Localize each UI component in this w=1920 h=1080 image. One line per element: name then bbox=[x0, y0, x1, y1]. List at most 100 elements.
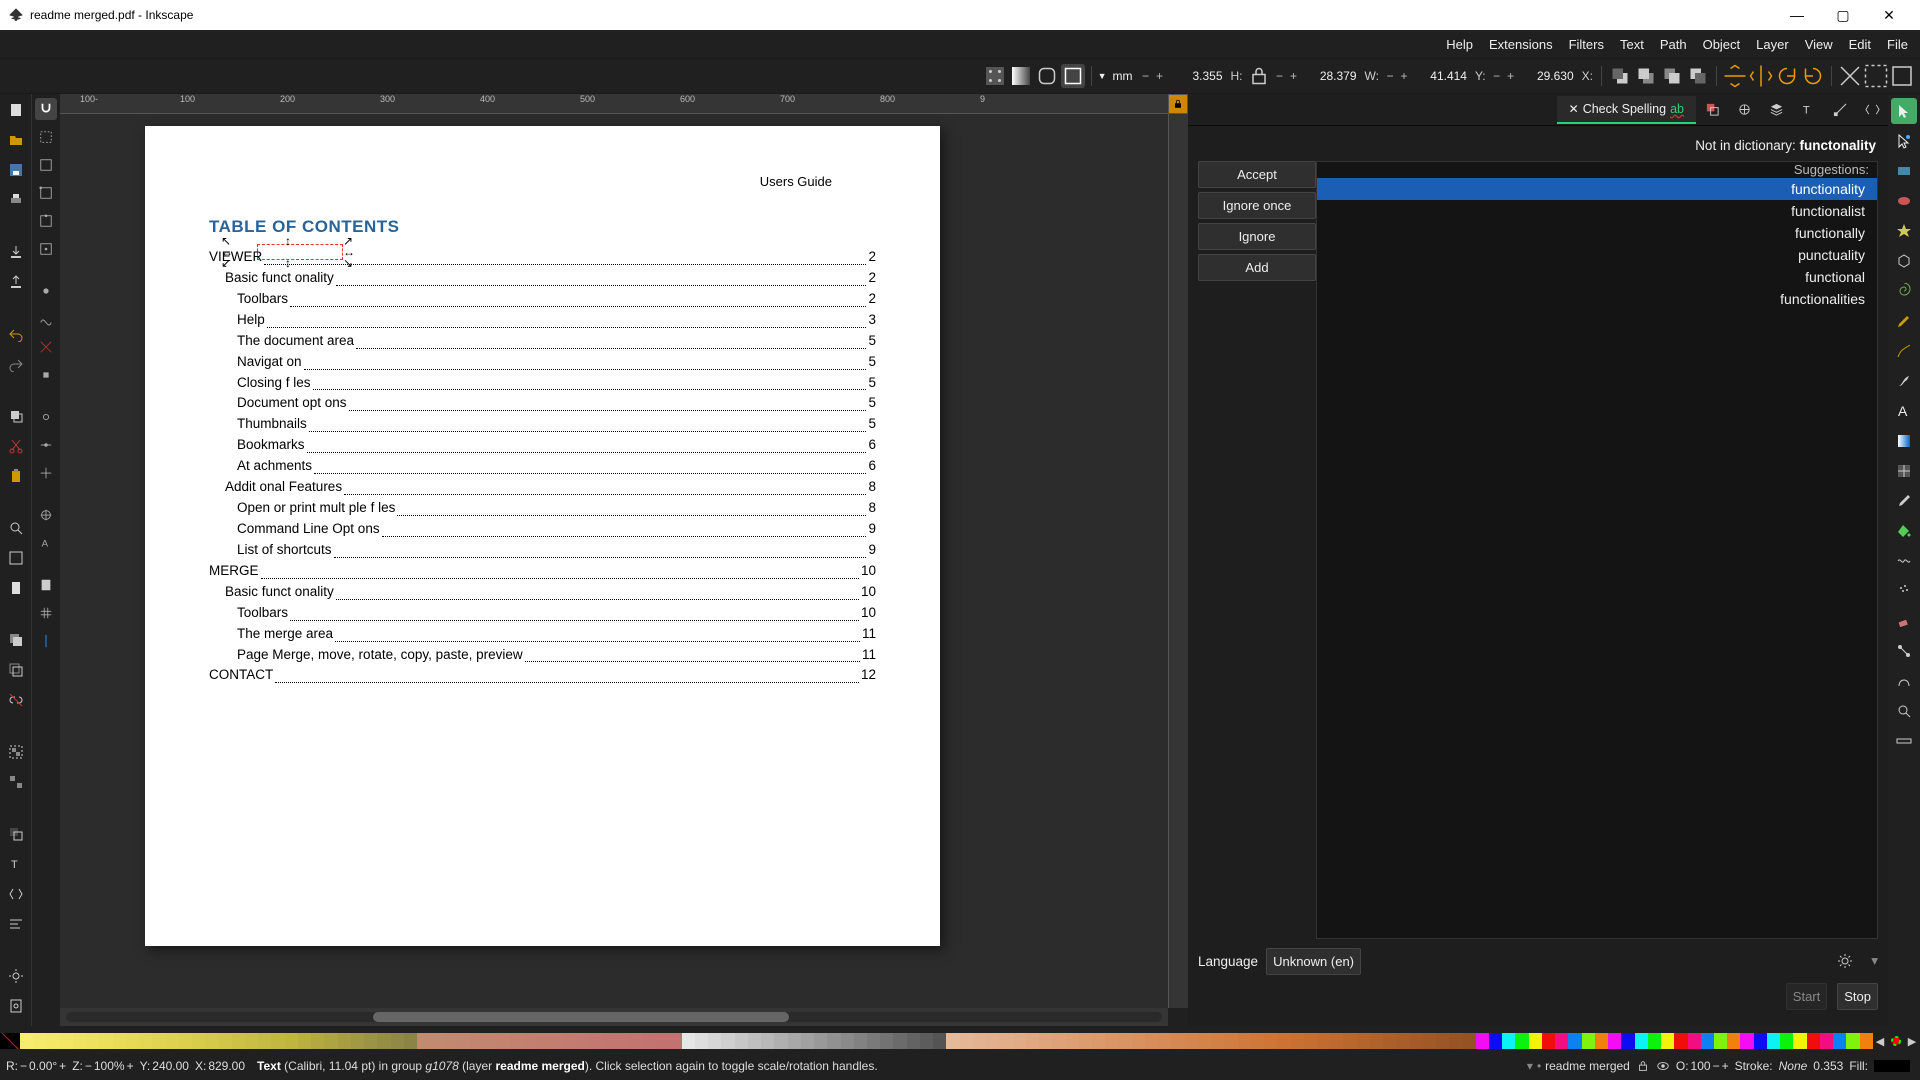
color-swatch[interactable] bbox=[33, 1033, 46, 1049]
snap-page-icon[interactable] bbox=[35, 574, 57, 596]
color-swatch[interactable] bbox=[1674, 1033, 1687, 1049]
palette-scroll-left[interactable]: ◀ bbox=[1872, 1035, 1888, 1048]
rotation-value[interactable]: 0.00° bbox=[29, 1059, 57, 1073]
menu-layer[interactable]: Layer bbox=[1748, 33, 1797, 56]
color-swatch[interactable] bbox=[642, 1033, 655, 1049]
dock-tab-fillstroke-icon[interactable] bbox=[1696, 102, 1728, 117]
color-swatch[interactable] bbox=[1423, 1033, 1436, 1049]
color-swatch[interactable] bbox=[285, 1033, 298, 1049]
color-palette[interactable]: ◀ ▶ bbox=[0, 1030, 1920, 1052]
color-swatch[interactable] bbox=[324, 1033, 337, 1049]
color-swatch[interactable] bbox=[1688, 1033, 1701, 1049]
snap-bbox-corner-icon[interactable] bbox=[35, 182, 57, 204]
select-all-layers-icon[interactable] bbox=[1890, 64, 1914, 88]
color-swatch[interactable] bbox=[1132, 1033, 1145, 1049]
snap-bbox-edge-icon[interactable] bbox=[35, 154, 57, 176]
layer-visibility-icon[interactable] bbox=[1656, 1059, 1670, 1073]
color-swatch[interactable] bbox=[245, 1033, 258, 1049]
color-swatch[interactable] bbox=[973, 1033, 986, 1049]
preferences-icon[interactable] bbox=[1831, 947, 1859, 975]
color-swatch[interactable] bbox=[1211, 1033, 1224, 1049]
lock-aspect-icon[interactable] bbox=[1247, 64, 1271, 88]
lower-bottom-icon[interactable] bbox=[1608, 64, 1632, 88]
stop-button[interactable]: Stop bbox=[1837, 983, 1878, 1010]
color-swatch[interactable] bbox=[1304, 1033, 1317, 1049]
close-button[interactable]: ✕ bbox=[1866, 0, 1912, 30]
color-swatch[interactable] bbox=[589, 1033, 602, 1049]
menu-text[interactable]: Text bbox=[1612, 33, 1652, 56]
w-value[interactable]: 28.379 bbox=[1303, 69, 1361, 83]
color-swatch[interactable] bbox=[1780, 1033, 1793, 1049]
color-swatch[interactable] bbox=[576, 1033, 589, 1049]
selector-tool[interactable] bbox=[1891, 98, 1917, 124]
color-swatch[interactable] bbox=[377, 1033, 390, 1049]
w-inc[interactable]: + bbox=[1287, 66, 1301, 86]
color-swatch[interactable] bbox=[523, 1033, 536, 1049]
color-swatch[interactable] bbox=[338, 1033, 351, 1049]
mesh-tool[interactable] bbox=[1891, 458, 1917, 484]
suggestion-item[interactable]: functionality bbox=[1317, 178, 1877, 200]
selection-box[interactable] bbox=[257, 244, 343, 260]
color-swatch[interactable] bbox=[1793, 1033, 1806, 1049]
new-doc-icon[interactable] bbox=[6, 100, 26, 120]
color-swatch[interactable] bbox=[1357, 1033, 1370, 1049]
guides-lock-icon[interactable] bbox=[1169, 95, 1187, 113]
color-swatch[interactable] bbox=[417, 1033, 430, 1049]
duplicate-icon[interactable] bbox=[6, 630, 26, 650]
snap-bbox-mid-icon[interactable] bbox=[35, 210, 57, 232]
color-swatch[interactable] bbox=[695, 1033, 708, 1049]
stroke-width[interactable]: 0.353 bbox=[1813, 1059, 1843, 1073]
color-swatch[interactable] bbox=[364, 1033, 377, 1049]
color-swatch[interactable] bbox=[1145, 1033, 1158, 1049]
color-swatch[interactable] bbox=[668, 1033, 681, 1049]
color-swatch[interactable] bbox=[1568, 1033, 1581, 1049]
flip-v-icon[interactable] bbox=[1723, 64, 1747, 88]
color-swatch[interactable] bbox=[470, 1033, 483, 1049]
color-swatch[interactable] bbox=[86, 1033, 99, 1049]
save-icon[interactable] bbox=[6, 160, 26, 180]
color-swatch[interactable] bbox=[827, 1033, 840, 1049]
color-swatch[interactable] bbox=[1515, 1033, 1528, 1049]
canvas[interactable]: Users Guide TABLE OF CONTENTS VIEWER2Bas… bbox=[60, 114, 1168, 1008]
x-dec[interactable]: − bbox=[1490, 66, 1504, 86]
transform-stroke-icon[interactable] bbox=[1061, 64, 1085, 88]
ignore-button[interactable]: Ignore bbox=[1198, 223, 1316, 250]
color-swatch[interactable] bbox=[1542, 1033, 1555, 1049]
color-swatch[interactable] bbox=[602, 1033, 615, 1049]
rotate-cw-icon[interactable] bbox=[1775, 64, 1799, 88]
suggestions-list[interactable]: Suggestions: functionalityfunctionalistf… bbox=[1316, 161, 1878, 939]
ungroup-icon[interactable] bbox=[6, 772, 26, 792]
horizontal-scrollbar[interactable] bbox=[60, 1008, 1168, 1026]
paintbucket-tool[interactable] bbox=[1891, 518, 1917, 544]
color-swatch[interactable] bbox=[1740, 1033, 1753, 1049]
snap-midpoint-icon[interactable] bbox=[35, 434, 57, 456]
text-dialog-icon[interactable]: T bbox=[6, 854, 26, 874]
menu-filters[interactable]: Filters bbox=[1561, 33, 1612, 56]
zoom-value[interactable]: 100% bbox=[94, 1059, 125, 1073]
color-swatch[interactable] bbox=[1807, 1033, 1820, 1049]
current-layer[interactable]: readme merged bbox=[1545, 1059, 1630, 1073]
color-swatch[interactable] bbox=[510, 1033, 523, 1049]
lower-icon[interactable] bbox=[1634, 64, 1658, 88]
xml-editor-icon[interactable] bbox=[6, 884, 26, 904]
rotate-ccw-icon[interactable] bbox=[1801, 64, 1825, 88]
dock-tab-spelling[interactable]: ✕ Check Spelling ab bbox=[1557, 96, 1696, 124]
snap-center-icon[interactable] bbox=[35, 462, 57, 484]
suggestion-item[interactable]: functional bbox=[1317, 266, 1877, 288]
color-swatch[interactable] bbox=[1066, 1033, 1079, 1049]
stroke-value[interactable]: None bbox=[1779, 1059, 1808, 1073]
color-swatch[interactable] bbox=[113, 1033, 126, 1049]
color-swatch[interactable] bbox=[1608, 1033, 1621, 1049]
flip-h-icon[interactable] bbox=[1749, 64, 1773, 88]
color-swatch[interactable] bbox=[20, 1033, 33, 1049]
w-dec[interactable]: − bbox=[1273, 66, 1287, 86]
suggestion-item[interactable]: punctuality bbox=[1317, 244, 1877, 266]
zoom-page-icon[interactable] bbox=[6, 578, 26, 598]
h-dec[interactable]: − bbox=[1139, 66, 1153, 86]
color-swatch[interactable] bbox=[1621, 1033, 1634, 1049]
copy-icon[interactable] bbox=[6, 406, 26, 426]
dock-tab-close-icon[interactable]: ✕ bbox=[1569, 102, 1579, 116]
start-button[interactable]: Start bbox=[1786, 983, 1827, 1010]
color-swatch[interactable] bbox=[1595, 1033, 1608, 1049]
color-swatch[interactable] bbox=[920, 1033, 933, 1049]
